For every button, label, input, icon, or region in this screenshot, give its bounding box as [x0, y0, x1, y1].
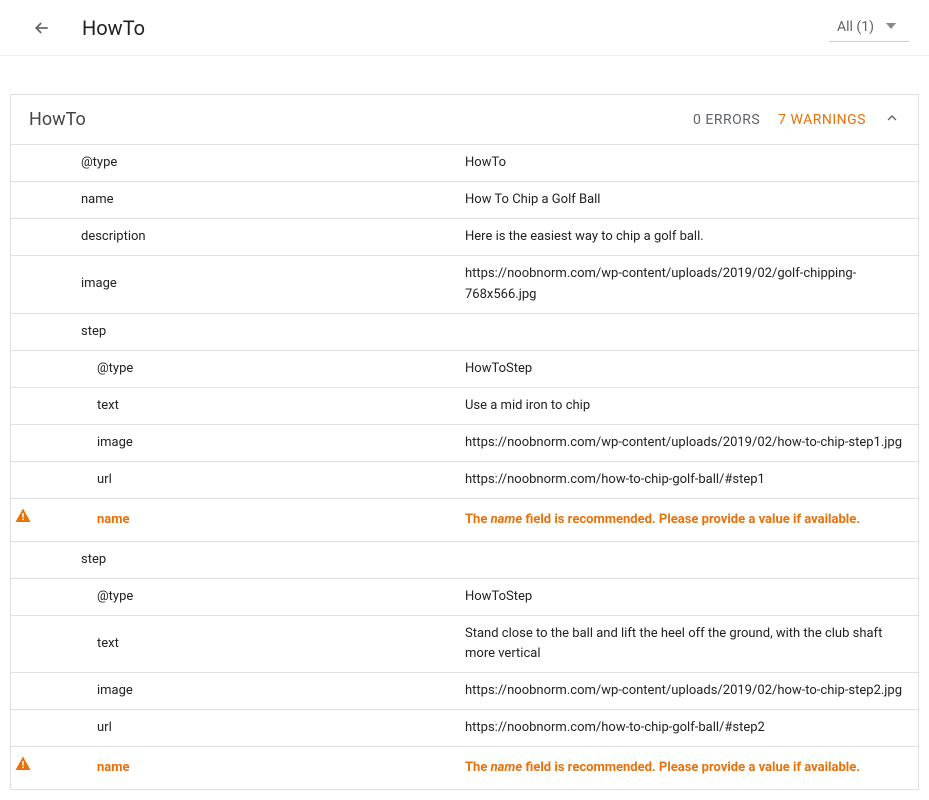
row-key: url: [45, 462, 465, 499]
table-row: textUse a mid iron to chip: [11, 387, 918, 424]
row-icon-cell: [11, 615, 45, 672]
warning-icon: [14, 762, 32, 777]
filter-label: All (1): [837, 19, 874, 35]
top-header: HowTo All (1): [0, 0, 929, 56]
row-icon-cell: [11, 313, 45, 350]
table-row: imagehttps://noobnorm.com/wp-content/upl…: [11, 256, 918, 313]
row-key: @type: [45, 578, 465, 615]
row-key: image: [45, 425, 465, 462]
table-row: urlhttps://noobnorm.com/how-to-chip-golf…: [11, 462, 918, 499]
row-value: HowToStep: [465, 578, 918, 615]
howto-panel: HowTo 0 ERRORS 7 WARNINGS @typeHowToname…: [10, 94, 919, 790]
error-count: 0 ERRORS: [693, 112, 760, 128]
table-row: step: [11, 541, 918, 578]
row-value: [465, 313, 918, 350]
row-key: step: [45, 541, 465, 578]
filter-dropdown[interactable]: All (1): [829, 13, 909, 42]
row-icon-cell: [11, 541, 45, 578]
table-row: textStand close to the ball and lift the…: [11, 615, 918, 672]
table-row: imagehttps://noobnorm.com/wp-content/upl…: [11, 425, 918, 462]
row-key: name: [45, 747, 465, 789]
panel-title: HowTo: [29, 109, 693, 130]
row-value: https://noobnorm.com/how-to-chip-golf-ba…: [465, 710, 918, 747]
row-value: How To Chip a Golf Ball: [465, 182, 918, 219]
structured-data-table: @typeHowTonameHow To Chip a Golf Balldes…: [11, 144, 918, 789]
row-value: HowTo: [465, 145, 918, 182]
table-row: urlhttps://noobnorm.com/how-to-chip-golf…: [11, 710, 918, 747]
row-icon-cell: [11, 462, 45, 499]
row-key: @type: [45, 145, 465, 182]
row-icon-cell: [11, 499, 45, 541]
row-value: The name field is recommended. Please pr…: [465, 499, 918, 541]
row-value: HowToStep: [465, 350, 918, 387]
panel-header[interactable]: HowTo 0 ERRORS 7 WARNINGS: [11, 95, 918, 144]
row-value: https://noobnorm.com/wp-content/uploads/…: [465, 256, 918, 313]
table-row: step: [11, 313, 918, 350]
row-key: description: [45, 219, 465, 256]
row-icon-cell: [11, 673, 45, 710]
row-key: name: [45, 499, 465, 541]
row-value: [465, 541, 918, 578]
table-row: nameThe name field is recommended. Pleas…: [11, 499, 918, 541]
row-value: https://noobnorm.com/wp-content/uploads/…: [465, 425, 918, 462]
row-value: Stand close to the ball and lift the hee…: [465, 615, 918, 672]
row-icon-cell: [11, 145, 45, 182]
warning-count: 7 WARNINGS: [778, 112, 866, 128]
row-icon-cell: [11, 256, 45, 313]
row-icon-cell: [11, 425, 45, 462]
table-row: @typeHowToStep: [11, 350, 918, 387]
warning-icon: [14, 514, 32, 529]
row-key: name: [45, 182, 465, 219]
row-key: text: [45, 615, 465, 672]
row-key: text: [45, 387, 465, 424]
row-icon-cell: [11, 350, 45, 387]
page-title: HowTo: [82, 16, 145, 40]
row-icon-cell: [11, 747, 45, 789]
row-value: Here is the easiest way to chip a golf b…: [465, 219, 918, 256]
table-row: @typeHowToStep: [11, 578, 918, 615]
row-value: Use a mid iron to chip: [465, 387, 918, 424]
chevron-down-icon: [886, 19, 896, 35]
table-row: nameHow To Chip a Golf Ball: [11, 182, 918, 219]
chevron-up-icon: [884, 110, 900, 130]
row-key: url: [45, 710, 465, 747]
row-key: image: [45, 673, 465, 710]
table-row: imagehttps://noobnorm.com/wp-content/upl…: [11, 673, 918, 710]
row-icon-cell: [11, 710, 45, 747]
row-icon-cell: [11, 219, 45, 256]
table-row: nameThe name field is recommended. Pleas…: [11, 747, 918, 789]
row-icon-cell: [11, 387, 45, 424]
table-row: @typeHowTo: [11, 145, 918, 182]
table-row: descriptionHere is the easiest way to ch…: [11, 219, 918, 256]
row-key: image: [45, 256, 465, 313]
row-value: https://noobnorm.com/how-to-chip-golf-ba…: [465, 462, 918, 499]
row-key: @type: [45, 350, 465, 387]
row-key: step: [45, 313, 465, 350]
row-icon-cell: [11, 182, 45, 219]
row-value: https://noobnorm.com/wp-content/uploads/…: [465, 673, 918, 710]
row-value: The name field is recommended. Please pr…: [465, 747, 918, 789]
back-arrow-icon[interactable]: [30, 16, 54, 40]
row-icon-cell: [11, 578, 45, 615]
